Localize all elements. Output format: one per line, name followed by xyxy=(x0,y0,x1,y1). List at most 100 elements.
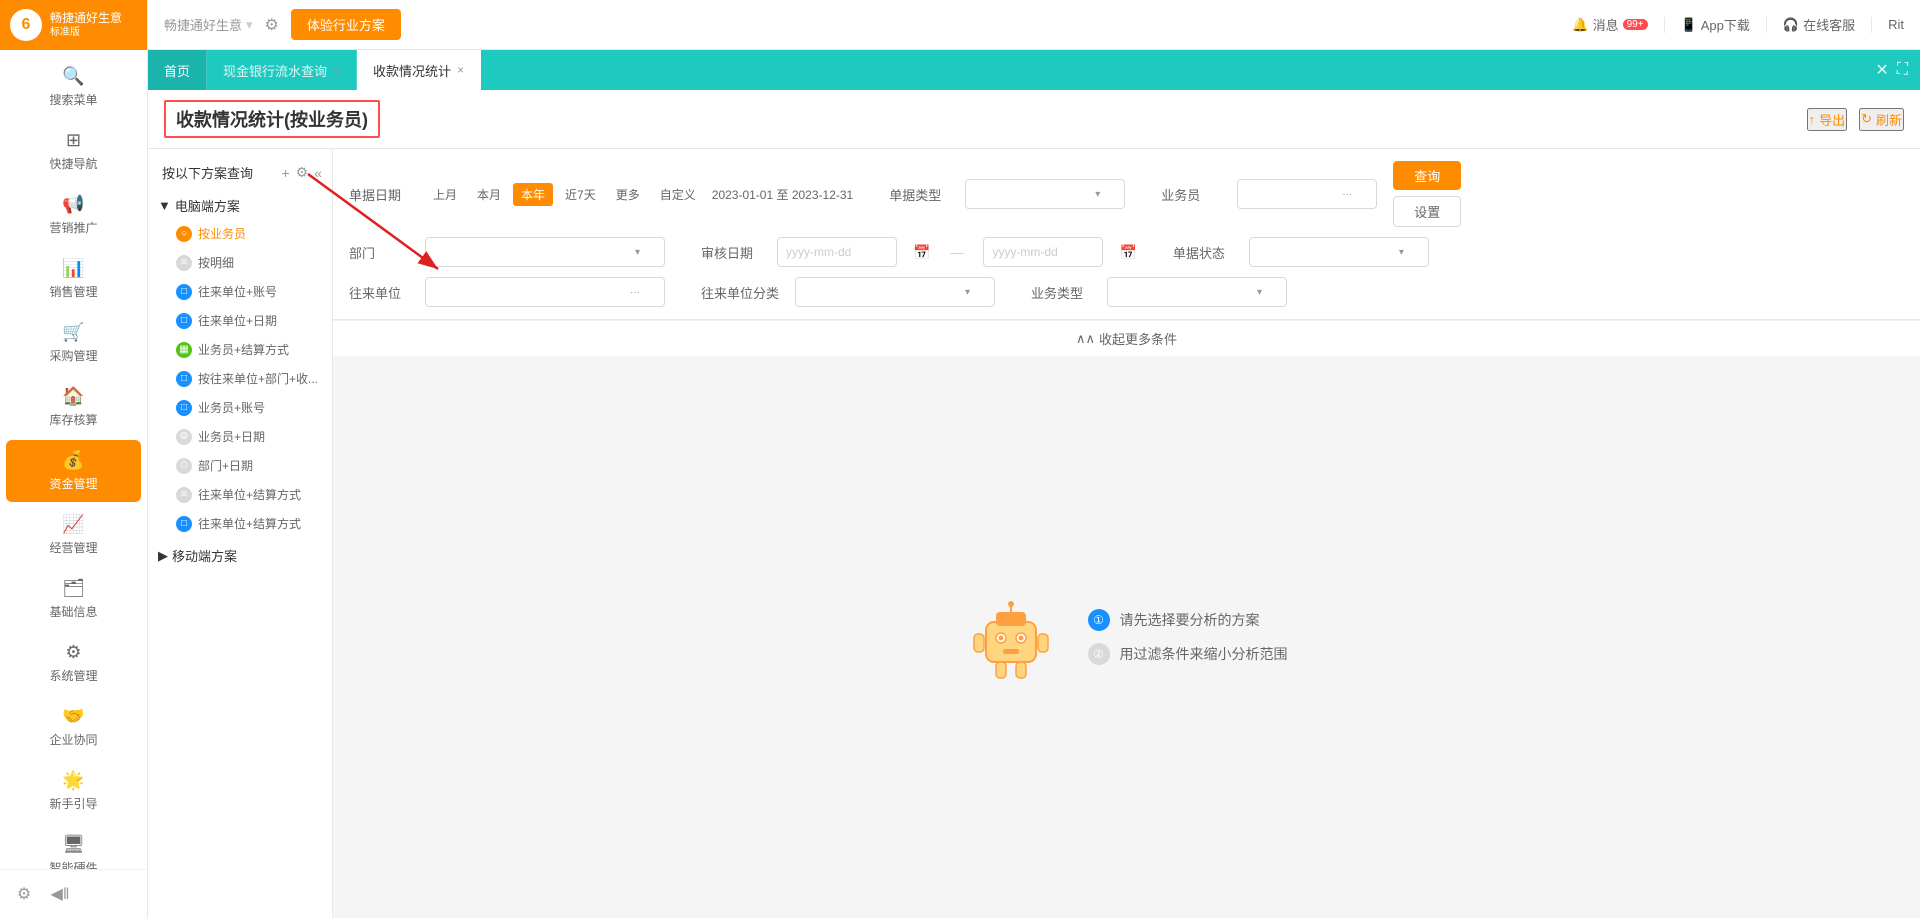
sidebar-item-quicknav[interactable]: ⊞ 快捷导航 xyxy=(6,120,141,182)
scheme-item-partner-settle1[interactable]: ≡ 往来单位+结算方式 xyxy=(148,480,332,509)
scheme-item-staff-date[interactable]: ⚙ 业务员+日期 xyxy=(148,422,332,451)
sidebar-item-search[interactable]: 🔍 搜索菜单 xyxy=(6,56,141,118)
page-header-actions: ↑ 导出 ↻ 刷新 xyxy=(1807,108,1904,131)
review-date-to[interactable]: yyyy-mm-dd xyxy=(983,237,1103,267)
sidebar-item-operations[interactable]: 📈 经营管理 xyxy=(6,504,141,566)
staff-select[interactable]: ··· xyxy=(1237,179,1377,209)
add-scheme-icon[interactable]: + xyxy=(281,165,289,181)
query-button[interactable]: 查询 xyxy=(1393,161,1461,190)
collapse-panel-icon[interactable]: « xyxy=(314,165,322,181)
tab-bank-flow[interactable]: 现金银行流水查询 × xyxy=(207,50,357,90)
finance-icon: 💰 xyxy=(62,450,84,471)
step-num-1: ① xyxy=(1088,609,1110,631)
sidebar-settings-btn[interactable]: ⚙ xyxy=(10,880,38,908)
review-date-from[interactable]: yyyy-mm-dd xyxy=(777,237,897,267)
counterpart-label: 往来单位 xyxy=(349,283,409,302)
set-button[interactable]: 设置 xyxy=(1393,196,1461,227)
topbar-scheme-button[interactable]: 体验行业方案 xyxy=(291,9,401,40)
sidebar-item-system[interactable]: ⚙ 系统管理 xyxy=(6,632,141,694)
topbar-messages[interactable]: 🔔 消息 99+ xyxy=(1572,15,1647,34)
collapse-more-btn[interactable]: ∧∧ 收起更多条件 xyxy=(333,320,1920,356)
scheme-item-icon-dd: ⏱ xyxy=(176,458,192,474)
counterpart-category-label: 往来单位分类 xyxy=(701,283,779,302)
scheme-item-detail[interactable]: ≡ 按明细 xyxy=(148,248,332,277)
topbar: 畅捷通好生意 ▾ ⚙ 体验行业方案 🔔 消息 99+ 📱 App下载 🎧 在线客… xyxy=(148,0,1920,50)
business-type-select[interactable]: ▾ xyxy=(1107,277,1287,307)
scheme-item-sa-label: 业务员+账号 xyxy=(198,399,265,416)
date-tab-last-month[interactable]: 上月 xyxy=(425,183,465,206)
sidebar-item-sales[interactable]: 📊 销售管理 xyxy=(6,248,141,310)
scheme-item-dept-date[interactable]: ⏱ 部门+日期 xyxy=(148,451,332,480)
sidebar-item-basicinfo[interactable]: 🗂 基础信息 xyxy=(6,568,141,630)
scheme-item-staff-account[interactable]: □ 业务员+账号 xyxy=(148,393,332,422)
dept-arrow: ▾ xyxy=(635,247,640,258)
scheme-item-partner-settle2[interactable]: □ 往来单位+结算方式 xyxy=(148,509,332,538)
scheme-item-icon-pa: □ xyxy=(176,284,192,300)
scheme-item-icon-sa: □ xyxy=(176,400,192,416)
sidebar-item-finance[interactable]: 💰 资金管理 xyxy=(6,440,141,502)
scheme-item-pa-label: 往来单位+账号 xyxy=(198,283,277,300)
tab-receipt-stats-close[interactable]: × xyxy=(457,63,464,77)
topbar-user[interactable]: Rit xyxy=(1888,17,1904,32)
sidebar-item-enterprise[interactable]: 🤝 企业协同 xyxy=(6,696,141,758)
tab-bank-flow-close[interactable]: × xyxy=(333,63,340,77)
left-panel: 按以下方案查询 + ⚙ « ▼ 电脑端方案 ○ 按业务员 xyxy=(148,149,333,918)
settings-scheme-icon[interactable]: ⚙ xyxy=(296,164,309,181)
scheme-item-partner-account[interactable]: □ 往来单位+账号 xyxy=(148,277,332,306)
scheme-item-dd-label: 部门+日期 xyxy=(198,457,253,474)
scheme-group-mobile-label: 移动端方案 xyxy=(172,546,237,565)
basicinfo-icon: 🗂 xyxy=(62,578,85,599)
tabs-fullscreen-btn[interactable]: ⛶ xyxy=(1897,61,1908,79)
breadcrumb: 畅捷通好生意 ▾ xyxy=(164,15,253,34)
sidebar-item-guide[interactable]: 🌟 新手引导 xyxy=(6,760,141,822)
scheme-item-staff-settlement[interactable]: ▦ 业务员+结算方式 xyxy=(148,335,332,364)
export-button[interactable]: ↑ 导出 xyxy=(1807,108,1848,131)
page-header: 收款情况统计(按业务员) ↑ 导出 ↻ 刷新 xyxy=(148,90,1920,149)
staff-arrow: ··· xyxy=(1342,189,1352,200)
counterpart-category-select[interactable]: ▾ xyxy=(795,277,995,307)
scheme-item-partner-dept-recv[interactable]: □ 按往来单位+部门+收... xyxy=(148,364,332,393)
scheme-item-by-staff[interactable]: ○ 按业务员 xyxy=(148,219,332,248)
topbar-online-support[interactable]: 🎧 在线客服 xyxy=(1783,15,1855,34)
empty-step-2: ② 用过滤条件来缩小分析范围 xyxy=(1088,643,1288,665)
date-tab-more[interactable]: 更多 xyxy=(608,183,648,206)
scheme-item-icon-ss: ▦ xyxy=(176,342,192,358)
voucher-type-select[interactable]: ▾ xyxy=(965,179,1125,209)
scheme-item-partner-date[interactable]: □ 往来单位+日期 xyxy=(148,306,332,335)
topbar-settings-icon[interactable]: ⚙ xyxy=(265,15,279,35)
voucher-status-label: 单据状态 xyxy=(1173,243,1233,262)
sidebar-collapse-btn[interactable]: ◀‖ xyxy=(46,880,74,908)
sidebar-nav: 🔍 搜索菜单 ⊞ 快捷导航 📢 营销推广 📊 销售管理 🛒 采购管理 🏠 库存核… xyxy=(0,50,147,869)
dept-select[interactable]: ▾ xyxy=(425,237,665,267)
tabs-close-btn[interactable]: ✕ xyxy=(1875,60,1888,80)
counterpart-select[interactable]: ··· xyxy=(425,277,665,307)
scheme-group-mobile-header[interactable]: ▶ 移动端方案 xyxy=(148,542,332,569)
tab-receipt-stats[interactable]: 收款情况统计 × xyxy=(357,50,481,90)
sidebar-item-purchase[interactable]: 🛒 采购管理 xyxy=(6,312,141,374)
date-label: 单据日期 xyxy=(349,185,409,204)
sidebar-item-hardware[interactable]: 🖥 智能硬件 xyxy=(6,824,141,869)
date-tab-this-month[interactable]: 本月 xyxy=(469,183,509,206)
download-icon: 📱 xyxy=(1681,17,1697,33)
date-sep: — xyxy=(950,245,963,260)
hardware-icon: 🖥 xyxy=(62,834,85,855)
refresh-button[interactable]: ↻ 刷新 xyxy=(1859,108,1904,131)
guide-icon: 🌟 xyxy=(62,770,84,791)
voucher-type-label: 单据类型 xyxy=(889,185,949,204)
date-tab-custom[interactable]: 自定义 xyxy=(652,183,704,206)
filter-row-3: 往来单位 ··· 往来单位分类 ▾ 业务类型 xyxy=(349,277,1904,307)
date-tab-this-year[interactable]: 本年 xyxy=(513,183,553,206)
scheme-group-desktop-header[interactable]: ▼ 电脑端方案 xyxy=(148,192,332,219)
date-tab-7days[interactable]: 近7天 xyxy=(557,183,604,206)
tab-bank-flow-label: 现金银行流水查询 xyxy=(223,61,327,80)
tab-home[interactable]: 首页 xyxy=(148,50,207,90)
left-panel-header: 按以下方案查询 + ⚙ « xyxy=(148,157,332,188)
sidebar-item-inventory-label: 库存核算 xyxy=(49,411,97,428)
sidebar-item-marketing[interactable]: 📢 营销推广 xyxy=(6,184,141,246)
sidebar-item-inventory[interactable]: 🏠 库存核算 xyxy=(6,376,141,438)
scheme-item-icon-ps1: ≡ xyxy=(176,487,192,503)
topbar-app-download[interactable]: 📱 App下载 xyxy=(1681,15,1750,34)
step-2-text: 用过滤条件来缩小分析范围 xyxy=(1120,644,1288,664)
voucher-status-select[interactable]: ▾ xyxy=(1249,237,1429,267)
sidebar-item-basicinfo-label: 基础信息 xyxy=(49,603,97,620)
